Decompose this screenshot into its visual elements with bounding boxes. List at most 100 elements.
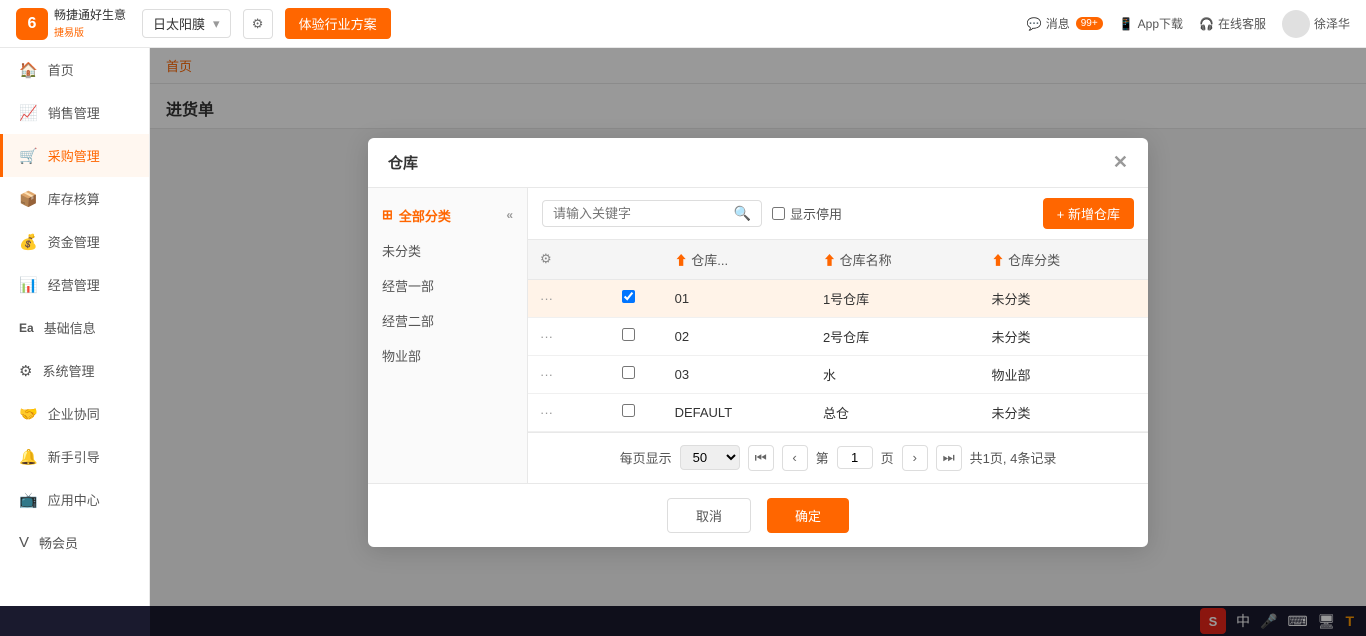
col-header-name: ⬆ 仓库名称: [811, 240, 980, 280]
modal-close-btn[interactable]: ✕: [1113, 152, 1128, 173]
settings-icon: ⚙: [252, 16, 264, 32]
cancel-btn[interactable]: 取消: [667, 498, 751, 533]
messages-btn[interactable]: 💬 消息 99+: [1027, 15, 1103, 32]
row-actions: ···: [528, 317, 595, 355]
message-badge: 99+: [1076, 17, 1103, 30]
logo-text: 畅捷通好生意: [54, 8, 126, 24]
page-number-input[interactable]: [837, 446, 873, 469]
sidebar-item-operations[interactable]: 📊 经营管理: [0, 263, 149, 306]
row-code: 03: [663, 355, 811, 393]
search-icon: 🔍: [734, 205, 751, 222]
home-icon: 🏠: [19, 61, 38, 79]
row-category: 未分类: [979, 279, 1148, 317]
page-next-btn[interactable]: ›: [902, 445, 928, 471]
operations-icon: 📊: [19, 276, 38, 294]
branch-selector[interactable]: 日太阳膜 ▾: [142, 9, 231, 38]
finance-icon: 💰: [19, 233, 38, 251]
warehouse-tbody: ··· 01 1号仓库 未分类 ··· 02 2号仓库 未分类 ··· 03 水…: [528, 279, 1148, 431]
col-header-settings[interactable]: ⚙: [528, 240, 595, 280]
sidebar-item-member[interactable]: V 畅会员: [0, 521, 149, 564]
row-name: 总仓: [811, 393, 980, 431]
sidebar-item-home[interactable]: 🏠 首页: [0, 48, 149, 91]
trial-btn[interactable]: 体验行业方案: [285, 8, 391, 39]
row-category: 物业部: [979, 355, 1148, 393]
main-layout: 🏠 首页 📈 销售管理 🛒 采购管理 📦 库存核算 💰 资金管理 📊 经营管理 …: [0, 48, 1366, 636]
row-checkbox-cell[interactable]: [595, 317, 662, 355]
inventory-icon: 📦: [19, 190, 38, 208]
category-item-1[interactable]: 经营一部: [368, 268, 527, 303]
col-header-checkbox: [595, 240, 662, 280]
page-prev-btn[interactable]: ‹: [782, 445, 808, 471]
message-icon: 💬: [1027, 17, 1042, 31]
row-actions: ···: [528, 355, 595, 393]
logo: 6 畅捷通好生意 捷易版: [16, 8, 126, 40]
sidebar-item-finance[interactable]: 💰 资金管理: [0, 220, 149, 263]
sidebar-label-basic-info: 基础信息: [44, 318, 96, 337]
sidebar-item-app-center[interactable]: 📺 应用中心: [0, 478, 149, 521]
per-page-select[interactable]: 50 100: [680, 445, 740, 470]
app-download-btn[interactable]: 📱 App下载: [1119, 15, 1183, 32]
row-checkbox-cell[interactable]: [595, 355, 662, 393]
sidebar-item-system[interactable]: ⚙ 系统管理: [0, 349, 149, 392]
row-category: 未分类: [979, 393, 1148, 431]
category-item-0[interactable]: 未分类: [368, 233, 527, 268]
page-last-btn[interactable]: ⏭: [936, 445, 962, 471]
category-item-3[interactable]: 物业部: [368, 338, 527, 373]
row-checkbox-cell[interactable]: [595, 393, 662, 431]
logo-sub: 捷易版: [54, 24, 126, 39]
sidebar-label-guide: 新手引导: [48, 447, 100, 466]
per-page-label: 每页显示: [620, 448, 672, 467]
content-area: 首页 进货单 仓库 ✕ ⊞ 全部分类: [150, 48, 1366, 636]
sidebar-item-inventory[interactable]: 📦 库存核算: [0, 177, 149, 220]
online-service-btn[interactable]: 🎧 在线客服: [1199, 15, 1266, 32]
settings-btn[interactable]: ⚙: [243, 9, 273, 39]
branch-name: 日太阳膜: [153, 14, 205, 33]
sidebar-item-enterprise[interactable]: 🤝 企业协同: [0, 392, 149, 435]
col-header-code: ⬆ 仓库...: [663, 240, 811, 280]
modal-category-sidebar: ⊞ 全部分类 « 未分类 经营一部 经营二部 物业部: [368, 188, 528, 483]
show-disabled-checkbox-label[interactable]: 显示停用: [772, 204, 842, 223]
table-row[interactable]: ··· 03 水 物业部: [528, 355, 1148, 393]
sidebar-item-guide[interactable]: 🔔 新手引导: [0, 435, 149, 478]
row-category: 未分类: [979, 317, 1148, 355]
row-actions: ···: [528, 393, 595, 431]
category-all-header[interactable]: ⊞ 全部分类 «: [368, 198, 527, 233]
row-checkbox-cell[interactable]: [595, 279, 662, 317]
sidebar-label-app-center: 应用中心: [48, 490, 100, 509]
category-item-2[interactable]: 经营二部: [368, 303, 527, 338]
sidebar-label-home: 首页: [48, 60, 74, 79]
row-name: 1号仓库: [811, 279, 980, 317]
sidebar-label-finance: 资金管理: [48, 232, 100, 251]
user-profile-btn[interactable]: 徐泽华: [1282, 10, 1350, 38]
sidebar-label-system: 系统管理: [42, 361, 94, 380]
collapse-btn[interactable]: «: [506, 208, 513, 222]
service-icon: 🎧: [1199, 17, 1214, 31]
sidebar: 🏠 首页 📈 销售管理 🛒 采购管理 📦 库存核算 💰 资金管理 📊 经营管理 …: [0, 48, 150, 636]
sidebar-item-purchase[interactable]: 🛒 采购管理: [0, 134, 149, 177]
pagination: 每页显示 50 100 ⏮ ‹ 第 页 › ⏭ 共: [528, 432, 1148, 483]
service-label: 在线客服: [1218, 15, 1266, 32]
show-disabled-checkbox[interactable]: [772, 207, 785, 220]
sidebar-item-basic-info[interactable]: Ea 基础信息: [0, 306, 149, 349]
table-row[interactable]: ··· 01 1号仓库 未分类: [528, 279, 1148, 317]
table-row[interactable]: ··· DEFAULT 总仓 未分类: [528, 393, 1148, 431]
app-label: App下载: [1138, 15, 1183, 32]
page-first-btn[interactable]: ⏮: [748, 445, 774, 471]
add-warehouse-btn[interactable]: + 新增仓库: [1043, 198, 1134, 229]
row-name: 水: [811, 355, 980, 393]
confirm-btn[interactable]: 确定: [767, 498, 849, 533]
table-row[interactable]: ··· 02 2号仓库 未分类: [528, 317, 1148, 355]
row-code: 02: [663, 317, 811, 355]
row-name: 2号仓库: [811, 317, 980, 355]
modal-toolbar: 🔍 显示停用 + 新增仓库: [528, 188, 1148, 240]
sidebar-item-sales[interactable]: 📈 销售管理: [0, 91, 149, 134]
show-disabled-label: 显示停用: [790, 204, 842, 223]
warehouse-table-wrap: ⚙ ⬆ 仓库... ⬆ 仓库名称: [528, 240, 1148, 432]
avatar: [1282, 10, 1310, 38]
modal-main-panel: 🔍 显示停用 + 新增仓库: [528, 188, 1148, 483]
user-name: 徐泽华: [1314, 15, 1350, 32]
grid-icon: ⊞: [382, 207, 393, 223]
sidebar-label-sales: 销售管理: [48, 103, 100, 122]
search-input[interactable]: [553, 206, 730, 221]
sidebar-label-operations: 经营管理: [48, 275, 100, 294]
